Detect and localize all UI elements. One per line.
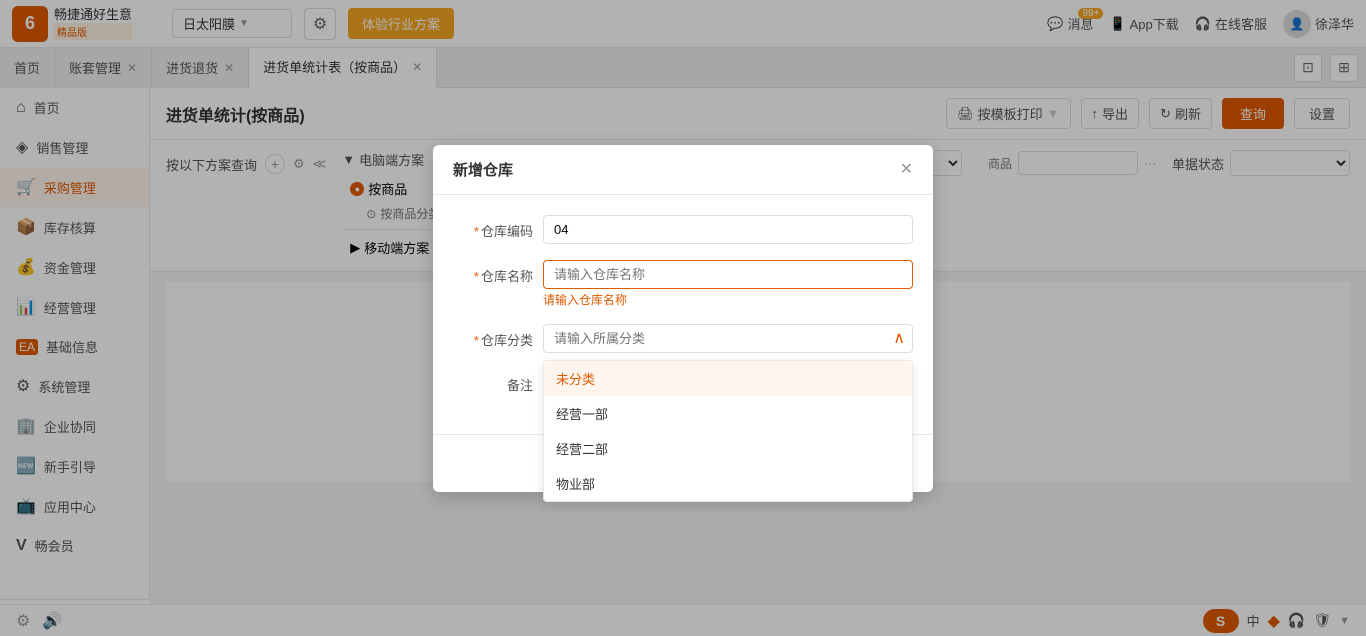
form-row-code: 仓库编码 bbox=[453, 215, 913, 244]
category-input[interactable] bbox=[543, 324, 913, 353]
notes-label: 备注 bbox=[453, 369, 533, 394]
modal-header: 新增仓库 ✕ bbox=[433, 145, 933, 195]
dropdown-item-ops2[interactable]: 经营二部 bbox=[544, 431, 912, 466]
modal-close-button[interactable]: ✕ bbox=[900, 159, 913, 179]
form-row-category: 仓库分类 ∧ 未分类 经营一部 经营二部 物业部 bbox=[453, 324, 913, 353]
dropdown-item-unclassified[interactable]: 未分类 bbox=[544, 361, 912, 396]
modal-overlay: 新增仓库 ✕ 仓库编码 仓库名称 请输入仓库名称 仓库分类 bbox=[0, 0, 1366, 636]
name-input[interactable] bbox=[543, 260, 913, 289]
category-label: 仓库分类 bbox=[453, 324, 533, 349]
new-warehouse-modal: 新增仓库 ✕ 仓库编码 仓库名称 请输入仓库名称 仓库分类 bbox=[433, 145, 933, 492]
modal-body: 仓库编码 仓库名称 请输入仓库名称 仓库分类 ∧ 未分类 bbox=[433, 195, 933, 434]
category-arrow-icon[interactable]: ∧ bbox=[893, 328, 905, 348]
category-dropdown: 未分类 经营一部 经营二部 物业部 bbox=[543, 360, 913, 502]
modal-title: 新增仓库 bbox=[453, 159, 513, 180]
dropdown-item-property[interactable]: 物业部 bbox=[544, 466, 912, 501]
code-label: 仓库编码 bbox=[453, 215, 533, 240]
code-input[interactable] bbox=[543, 215, 913, 244]
form-row-name: 仓库名称 请输入仓库名称 bbox=[453, 260, 913, 308]
category-input-wrap: ∧ 未分类 经营一部 经营二部 物业部 bbox=[543, 324, 913, 353]
name-label: 仓库名称 bbox=[453, 260, 533, 285]
name-error-msg: 请输入仓库名称 bbox=[543, 291, 913, 308]
name-field-wrap: 请输入仓库名称 bbox=[543, 260, 913, 308]
dropdown-item-ops1[interactable]: 经营一部 bbox=[544, 396, 912, 431]
